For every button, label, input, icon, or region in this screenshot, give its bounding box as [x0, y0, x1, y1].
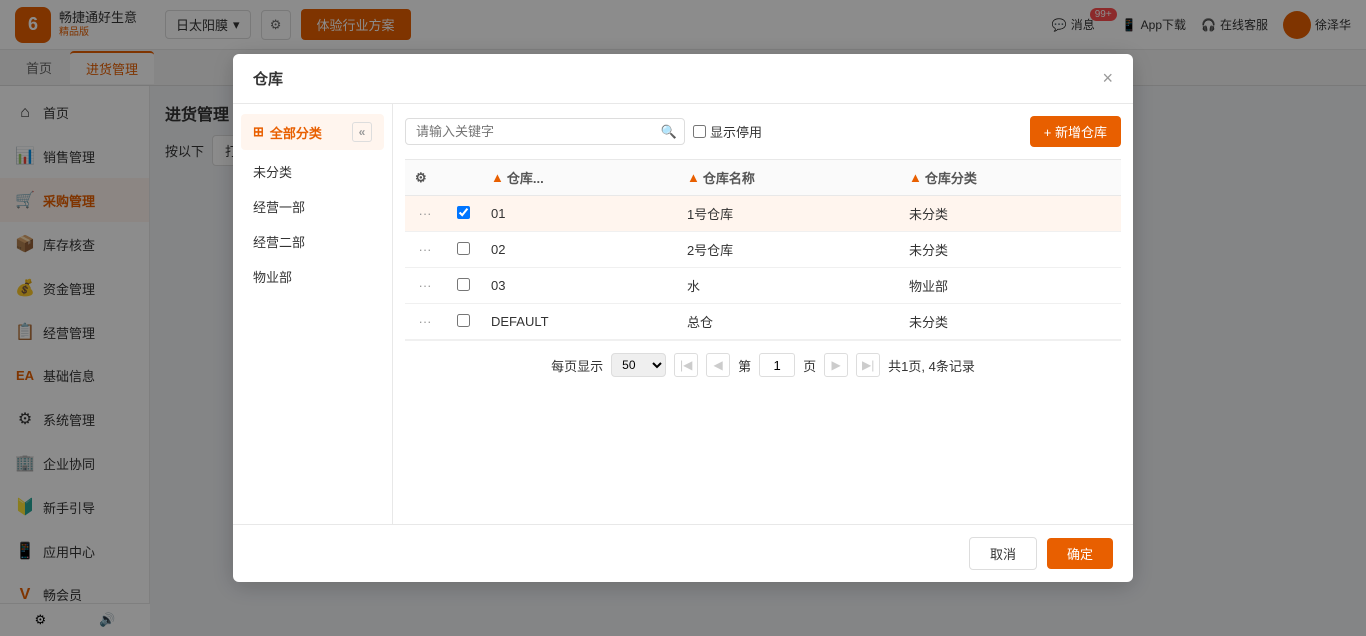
confirm-button[interactable]: 确定: [1047, 538, 1113, 569]
col-header-code[interactable]: ▲ 仓库...: [481, 160, 677, 196]
row-code: 01: [481, 196, 677, 232]
modal-title: 仓库: [253, 68, 283, 89]
page-unit: 页: [803, 356, 816, 375]
row-code: 03: [481, 268, 677, 304]
sort-icon: ▲: [491, 170, 504, 185]
page-label: 第: [738, 356, 751, 375]
modal-header: 仓库 ×: [233, 54, 1133, 104]
row-category: 未分类: [899, 304, 1121, 340]
add-warehouse-button[interactable]: + 新增仓库: [1030, 116, 1121, 147]
page-number-input[interactable]: [759, 353, 795, 377]
table-row[interactable]: ··· 02 2号仓库 未分类: [405, 232, 1121, 268]
table-row[interactable]: ··· 01 1号仓库 未分类: [405, 196, 1121, 232]
sort-icon-cat: ▲: [909, 170, 922, 185]
prev-page-button[interactable]: ◀: [706, 353, 730, 377]
total-info: 共1页, 4条记录: [888, 356, 975, 375]
sort-icon-name: ▲: [687, 170, 700, 185]
row-checkbox-cell[interactable]: [445, 196, 481, 232]
modal-overlay: 仓库 × ⊞ 全部分类 « 未分类 经营一部 经营二部 物业部: [0, 0, 1366, 636]
table-row[interactable]: ··· DEFAULT 总仓 未分类: [405, 304, 1121, 340]
modal-sidebar-item-property[interactable]: 物业部: [233, 259, 392, 294]
row-actions[interactable]: ···: [405, 304, 445, 340]
row-checkbox[interactable]: [457, 206, 470, 219]
row-name: 2号仓库: [677, 232, 899, 268]
modal-sidebar-item-unclassified[interactable]: 未分类: [233, 154, 392, 189]
col-header-category[interactable]: ▲ 仓库分类: [899, 160, 1121, 196]
row-checkbox-cell[interactable]: [445, 304, 481, 340]
row-category: 未分类: [899, 232, 1121, 268]
pagination-bar: 每页显示 50 20 100 |◀ ◀ 第 页 ▶ ▶| 共1页, 4条记录: [405, 340, 1121, 389]
per-page-select[interactable]: 50 20 100: [611, 353, 666, 377]
next-page-button[interactable]: ▶: [824, 353, 848, 377]
modal-sidebar-item-ops1[interactable]: 经营一部: [233, 189, 392, 224]
show-disabled-checkbox[interactable]: [693, 125, 706, 138]
first-page-button[interactable]: |◀: [674, 353, 698, 377]
show-disabled-checkbox-label[interactable]: 显示停用: [693, 122, 762, 141]
modal-close-button[interactable]: ×: [1102, 68, 1113, 89]
modal-footer: 取消 确定: [233, 524, 1133, 582]
per-page-label: 每页显示: [551, 356, 603, 375]
modal-sidebar-header: ⊞ 全部分类 «: [241, 114, 384, 150]
modal-sidebar-item-ops2[interactable]: 经营二部: [233, 224, 392, 259]
modal-toolbar: 🔍 显示停用 + 新增仓库: [405, 116, 1121, 147]
row-actions[interactable]: ···: [405, 196, 445, 232]
row-checkbox-cell[interactable]: [445, 232, 481, 268]
modal-category-sidebar: ⊞ 全部分类 « 未分类 经营一部 经营二部 物业部: [233, 104, 393, 524]
col-header-name[interactable]: ▲ 仓库名称: [677, 160, 899, 196]
row-name: 总仓: [677, 304, 899, 340]
table-row[interactable]: ··· 03 水 物业部: [405, 268, 1121, 304]
row-checkbox[interactable]: [457, 314, 470, 327]
modal-right-content: 🔍 显示停用 + 新增仓库 ⚙: [393, 104, 1133, 524]
row-category: 物业部: [899, 268, 1121, 304]
row-actions[interactable]: ···: [405, 268, 445, 304]
grid-icon: ⊞: [253, 124, 264, 140]
col-header-checkbox: [445, 160, 481, 196]
row-checkbox[interactable]: [457, 278, 470, 291]
search-input[interactable]: [405, 118, 685, 145]
modal-body: ⊞ 全部分类 « 未分类 经营一部 经营二部 物业部 🔍: [233, 104, 1133, 524]
last-page-button[interactable]: ▶|: [856, 353, 880, 377]
search-input-wrap: 🔍: [405, 118, 685, 145]
row-actions[interactable]: ···: [405, 232, 445, 268]
warehouse-modal: 仓库 × ⊞ 全部分类 « 未分类 经营一部 经营二部 物业部: [233, 54, 1133, 582]
row-code: DEFAULT: [481, 304, 677, 340]
warehouse-table: ⚙ ▲ 仓库... ▲ 仓库名称: [405, 159, 1121, 340]
row-checkbox[interactable]: [457, 242, 470, 255]
col-header-gear[interactable]: ⚙: [405, 160, 445, 196]
row-name: 1号仓库: [677, 196, 899, 232]
row-category: 未分类: [899, 196, 1121, 232]
sidebar-collapse-button[interactable]: «: [352, 122, 372, 142]
search-icon[interactable]: 🔍: [661, 124, 677, 140]
row-code: 02: [481, 232, 677, 268]
row-checkbox-cell[interactable]: [445, 268, 481, 304]
cancel-button[interactable]: 取消: [969, 537, 1037, 570]
row-name: 水: [677, 268, 899, 304]
